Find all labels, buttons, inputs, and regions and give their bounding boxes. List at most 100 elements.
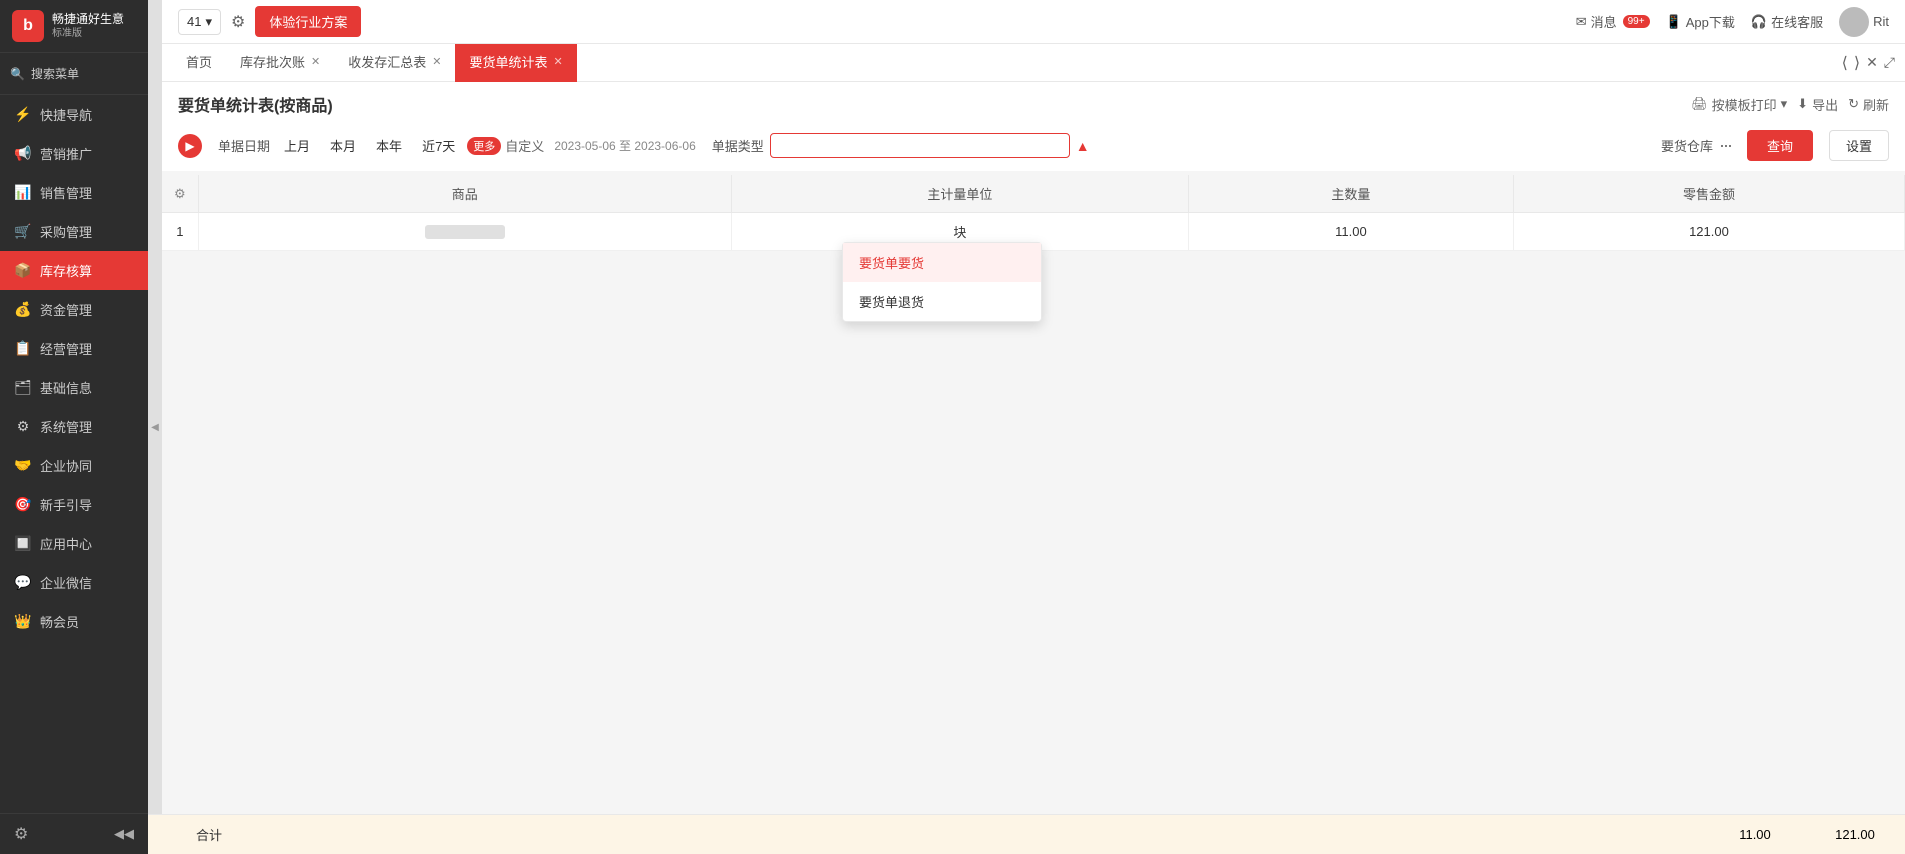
- dropdown-item-order-goods[interactable]: 要货单要货: [843, 243, 1041, 282]
- tab-home[interactable]: 首页: [172, 44, 226, 82]
- headset-icon: 🎧: [1751, 14, 1767, 30]
- date-this-year[interactable]: 本年: [368, 133, 410, 158]
- tab-close-all[interactable]: ✕: [1866, 54, 1878, 71]
- message-icon: ✉: [1576, 14, 1587, 30]
- type-filter-input[interactable]: [770, 133, 1070, 158]
- topbar-right: ✉ 消息 99+ 📱 App下载 🎧 在线客服 Rit: [1576, 7, 1889, 37]
- app-title: 畅捷通好生意 标准版: [52, 12, 124, 41]
- sidebar-item-wechat[interactable]: 💬 企业微信: [0, 563, 148, 602]
- table-settings-col: ⚙: [162, 175, 198, 213]
- sidebar-item-member[interactable]: 👑 畅会员: [0, 602, 148, 641]
- sidebar-item-inventory[interactable]: 📦 库存核算: [0, 251, 148, 290]
- user-profile[interactable]: Rit: [1839, 7, 1889, 37]
- sidebar-item-quick-nav[interactable]: ⚡ 快捷导航: [0, 95, 148, 134]
- sidebar: b 畅捷通好生意 标准版 🔍 搜索菜单 ⚡ 快捷导航 📢 营销推广 📊 销售管理…: [0, 0, 148, 854]
- refresh-icon: ↻: [1848, 96, 1859, 112]
- enterprise-icon: 🤝: [14, 457, 32, 474]
- search-menu-button[interactable]: 🔍 搜索菜单: [10, 61, 138, 86]
- date-more-badge[interactable]: 更多: [467, 137, 501, 155]
- tab-inventory-batch[interactable]: 库存批次账 ✕: [226, 44, 334, 82]
- sidebar-item-marketing[interactable]: 📢 营销推广: [0, 134, 148, 173]
- tab-close-order-summary[interactable]: ✕: [554, 55, 563, 68]
- system-icon: ⚙: [14, 418, 32, 435]
- cell-qty: 11.00: [1188, 213, 1513, 251]
- sidebar-item-finance[interactable]: 💰 资金管理: [0, 290, 148, 329]
- expand-filter-button[interactable]: ▶: [178, 134, 202, 158]
- export-button[interactable]: ⬇ 导出: [1797, 95, 1838, 114]
- member-icon: 👑: [14, 613, 32, 630]
- sidebar-item-system[interactable]: ⚙ 系统管理: [0, 407, 148, 446]
- date-custom-button[interactable]: 自定义: [505, 136, 544, 155]
- sidebar-item-enterprise[interactable]: 🤝 企业协同: [0, 446, 148, 485]
- col-unit: 主计量单位: [731, 175, 1188, 213]
- app-logo: b: [12, 10, 44, 42]
- app-download-button[interactable]: 📱 App下载: [1666, 12, 1735, 31]
- cell-product: [198, 213, 731, 251]
- print-dropdown-icon: ▾: [1781, 96, 1788, 112]
- newbie-icon: 🎯: [14, 496, 32, 513]
- tab-maximize[interactable]: ⤢: [1884, 54, 1895, 71]
- sidebar-footer: ⚙ ◀◀: [0, 813, 148, 854]
- footer-settings-icon[interactable]: ⚙: [14, 824, 28, 844]
- main-content: 41 ▾ ⚙ 体验行业方案 ✉ 消息 99+ 📱 App下载 🎧 在线客服 R: [162, 0, 1905, 854]
- warehouse-more-icon[interactable]: ···: [1719, 135, 1731, 156]
- trial-industry-button[interactable]: 体验行业方案: [255, 6, 361, 37]
- dropdown-item-order-return[interactable]: 要货单退货: [843, 282, 1041, 321]
- sidebar-search[interactable]: 🔍 搜索菜单: [0, 53, 148, 95]
- topbar-settings-icon[interactable]: ⚙: [231, 12, 245, 32]
- date-last-month[interactable]: 上月: [276, 133, 318, 158]
- sidebar-item-apps[interactable]: 🔲 应用中心: [0, 524, 148, 563]
- data-table: ⚙ 商品 主计量单位 主数量 零售金额 1 块: [162, 175, 1905, 251]
- apps-icon: 🔲: [14, 535, 32, 552]
- product-name-placeholder: [425, 225, 505, 239]
- collapse-chevron-icon: ◀: [151, 422, 159, 433]
- purchase-icon: 🛒: [14, 223, 32, 240]
- print-button[interactable]: 🖨 按模板打印 ▾: [1691, 95, 1787, 114]
- page-title: 要货单统计表(按商品): [178, 92, 333, 116]
- type-filter-group: 单据类型 ▲: [712, 133, 1645, 158]
- online-service-button[interactable]: 🎧 在线客服: [1751, 12, 1823, 31]
- table-settings-icon[interactable]: ⚙: [174, 186, 186, 201]
- sidebar-item-newbie[interactable]: 🎯 新手引导: [0, 485, 148, 524]
- sidebar-collapse-bar[interactable]: ◀: [148, 0, 162, 854]
- settings-button[interactable]: 设置: [1829, 130, 1889, 161]
- query-button[interactable]: 查询: [1747, 130, 1813, 161]
- sidebar-item-purchase[interactable]: 🛒 采购管理: [0, 212, 148, 251]
- type-label: 单据类型: [712, 136, 764, 155]
- type-dropdown-arrow[interactable]: ▲: [1076, 138, 1090, 154]
- tabs-scroll-left[interactable]: ⟨: [1842, 53, 1848, 73]
- filter-row: ▶ 单据日期 上月 本月 本年 近7天 更多 自定义 2023-05-06 至 …: [162, 122, 1905, 171]
- marketing-icon: 📢: [14, 145, 32, 162]
- date-filter-group: 单据日期 上月 本月 本年 近7天 更多 自定义 2023-05-06 至 20…: [218, 133, 696, 158]
- wechat-icon: 💬: [14, 574, 32, 591]
- tab-order-summary[interactable]: 要货单统计表 ✕: [455, 44, 576, 82]
- basic-icon: 🗂: [14, 379, 32, 396]
- tabs-scroll-right[interactable]: ⟩: [1854, 53, 1860, 73]
- messages-button[interactable]: ✉ 消息 99+: [1576, 12, 1650, 31]
- tab-close-recv-summary[interactable]: ✕: [432, 55, 441, 68]
- avatar: [1839, 7, 1869, 37]
- date-this-month[interactable]: 本月: [322, 133, 364, 158]
- sidebar-item-operation[interactable]: 📋 经营管理: [0, 329, 148, 368]
- tabs-controls: ⟨ ⟩ ✕ ⤢: [1842, 53, 1895, 73]
- page-title-bar: 要货单统计表(按商品) 🖨 按模板打印 ▾ ⬇ 导出 ↻ 刷新: [162, 82, 1905, 122]
- page-content: 要货单统计表(按商品) 🖨 按模板打印 ▾ ⬇ 导出 ↻ 刷新: [162, 82, 1905, 854]
- sidebar-item-sales[interactable]: 📊 销售管理: [0, 173, 148, 212]
- quick-nav-icon: ⚡: [14, 106, 32, 123]
- export-icon: ⬇: [1797, 96, 1808, 112]
- tab-recv-summary[interactable]: 收发存汇总表 ✕: [334, 44, 455, 82]
- company-selector[interactable]: 41 ▾: [178, 9, 221, 35]
- date-last-7-days[interactable]: 近7天: [414, 133, 463, 158]
- sidebar-header: b 畅捷通好生意 标准版: [0, 0, 148, 53]
- sidebar-collapse-icon[interactable]: ◀◀: [114, 826, 134, 842]
- search-icon: 🔍: [10, 67, 25, 81]
- warehouse-label: 要货仓库: [1661, 136, 1713, 155]
- message-badge: 99+: [1623, 15, 1650, 28]
- table-footer-bar: 合计 11.00 121.00: [162, 814, 1905, 854]
- sidebar-item-basic[interactable]: 🗂 基础信息: [0, 368, 148, 407]
- print-icon: 🖨: [1691, 96, 1708, 112]
- topbar-left: 41 ▾ ⚙ 体验行业方案: [178, 6, 1576, 37]
- tab-close-inventory-batch[interactable]: ✕: [311, 55, 320, 68]
- refresh-button[interactable]: ↻ 刷新: [1848, 95, 1889, 114]
- footer-qty: 11.00: [1705, 827, 1805, 842]
